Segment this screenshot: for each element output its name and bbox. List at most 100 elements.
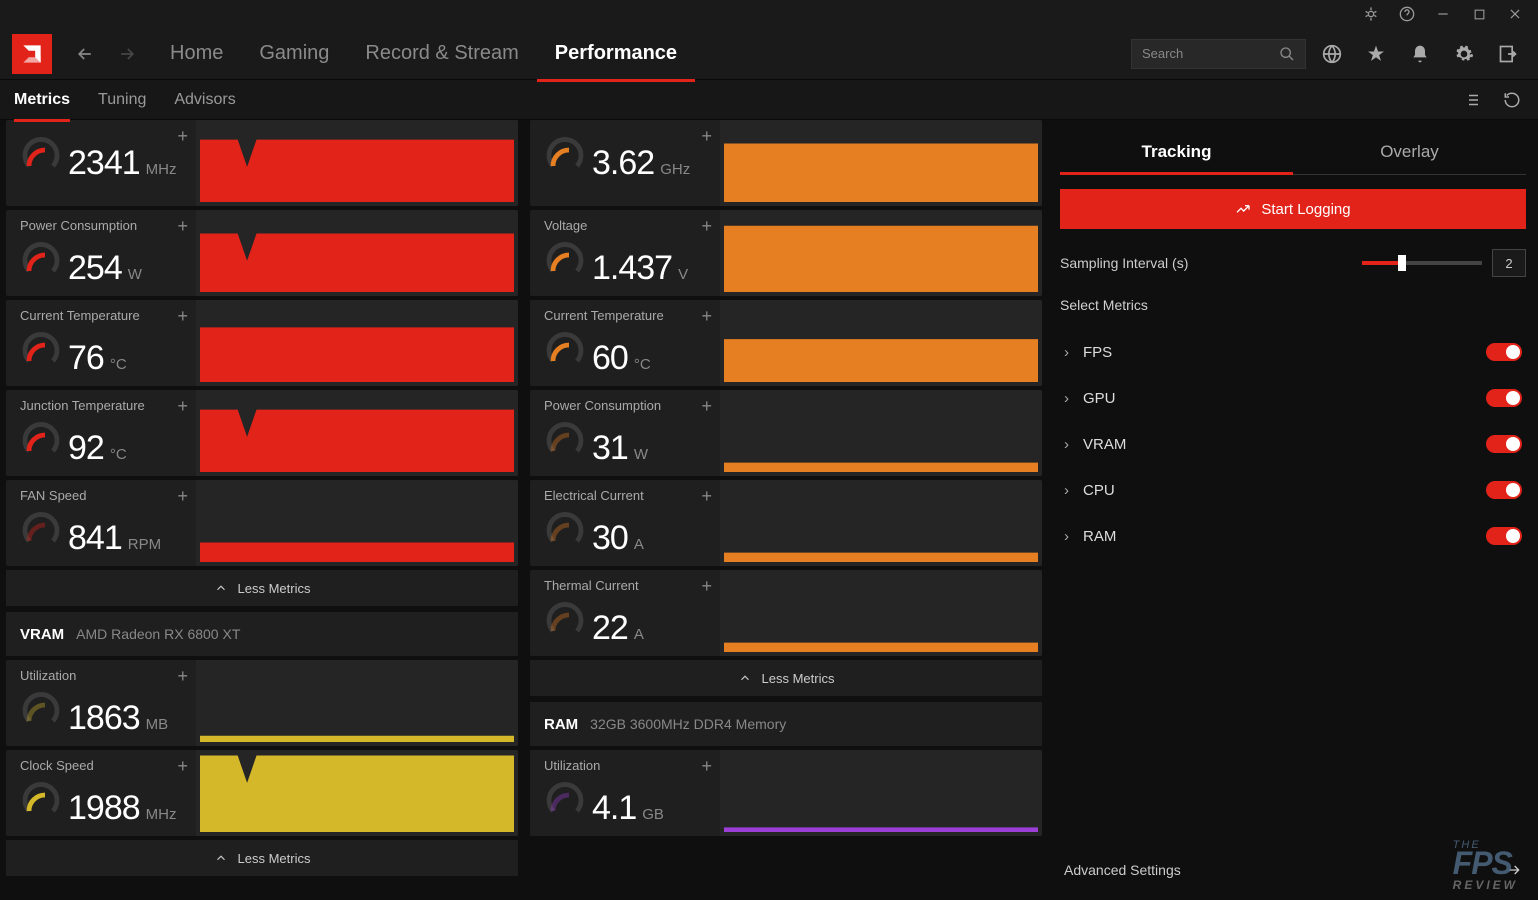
gauge-icon — [544, 509, 586, 545]
maximize-icon[interactable] — [1470, 5, 1488, 23]
subnav-tuning[interactable]: Tuning — [98, 87, 146, 113]
expand-icon[interactable]: + — [701, 486, 712, 507]
metric-value: 3.62 — [592, 144, 654, 183]
metric-unit: A — [634, 626, 644, 643]
less-metrics-button[interactable]: Less Metrics — [530, 660, 1042, 696]
chevron-right-icon: › — [1064, 482, 1069, 499]
start-logging-button[interactable]: Start Logging — [1060, 189, 1526, 229]
gear-icon[interactable] — [1446, 36, 1482, 72]
metric-unit: GB — [642, 806, 664, 823]
metric-toggle-fps[interactable]: › FPS — [1060, 329, 1526, 375]
section-title: VRAM — [20, 626, 64, 643]
help-icon[interactable] — [1398, 5, 1416, 23]
metric-unit: RPM — [128, 536, 161, 553]
expand-icon[interactable]: + — [701, 306, 712, 327]
expand-icon[interactable]: + — [701, 576, 712, 597]
bug-icon[interactable] — [1362, 5, 1380, 23]
chevron-right-icon: › — [1064, 344, 1069, 361]
metric-label: Utilization — [20, 668, 182, 683]
metric-sparkline — [196, 390, 518, 476]
window-titlebar — [0, 0, 1538, 28]
metric-sparkline — [196, 750, 518, 836]
metric-unit: °C — [110, 356, 127, 373]
subnav-metrics[interactable]: Metrics — [14, 87, 70, 113]
nav-link-home[interactable]: Home — [152, 38, 241, 69]
metric-toggle-cpu[interactable]: › CPU — [1060, 467, 1526, 513]
gauge-icon — [544, 599, 586, 635]
advanced-settings-button[interactable]: Advanced Settings — [1060, 850, 1526, 890]
star-icon[interactable] — [1358, 36, 1394, 72]
list-view-icon[interactable] — [1460, 88, 1484, 112]
side-tab-tracking[interactable]: Tracking — [1060, 130, 1293, 174]
metric-card: Current Temperature + 60 °C — [530, 300, 1042, 386]
reset-icon[interactable] — [1500, 88, 1524, 112]
metric-value: 30 — [592, 519, 628, 558]
nav-back-button[interactable] — [68, 37, 102, 71]
metric-toggle-gpu[interactable]: › GPU — [1060, 375, 1526, 421]
gauge-icon — [544, 134, 586, 170]
metric-label: Current Temperature — [544, 308, 706, 323]
gauge-icon — [20, 419, 62, 455]
toggle-switch[interactable] — [1486, 481, 1522, 499]
gauge-icon — [20, 509, 62, 545]
metric-card: + 2341 MHz — [6, 120, 518, 206]
sampling-slider[interactable] — [1362, 261, 1482, 265]
less-metrics-button[interactable]: Less Metrics — [6, 570, 518, 606]
gauge-icon — [20, 239, 62, 275]
side-tab-overlay[interactable]: Overlay — [1293, 130, 1526, 174]
nav-links: HomeGamingRecord & StreamPerformance — [152, 38, 695, 69]
sub-nav-links: Metrics Tuning Advisors — [14, 87, 236, 113]
search-input[interactable]: Search — [1131, 39, 1306, 69]
metric-label: Current Temperature — [20, 308, 182, 323]
arrow-right-icon — [1506, 862, 1522, 878]
metric-unit: A — [634, 536, 644, 553]
nav-link-record-stream[interactable]: Record & Stream — [347, 38, 536, 69]
section-subtitle: 32GB 3600MHz DDR4 Memory — [590, 716, 786, 732]
minimize-icon[interactable] — [1434, 5, 1452, 23]
main-content: + 2341 MHz Power Consumption + 254 W Cur… — [0, 120, 1538, 900]
expand-icon[interactable]: + — [177, 756, 188, 777]
expand-icon[interactable]: + — [701, 396, 712, 417]
amd-logo[interactable] — [12, 34, 52, 74]
expand-icon[interactable]: + — [701, 216, 712, 237]
toggle-switch[interactable] — [1486, 527, 1522, 545]
gauge-icon — [20, 329, 62, 365]
sampling-label: Sampling Interval (s) — [1060, 255, 1188, 271]
metric-toggle-vram[interactable]: › VRAM — [1060, 421, 1526, 467]
expand-icon[interactable]: + — [701, 126, 712, 147]
web-icon[interactable] — [1314, 36, 1350, 72]
expand-icon[interactable]: + — [177, 666, 188, 687]
expand-icon[interactable]: + — [177, 126, 188, 147]
expand-icon[interactable]: + — [701, 756, 712, 777]
nav-link-gaming[interactable]: Gaming — [241, 38, 347, 69]
expand-icon[interactable]: + — [177, 486, 188, 507]
nav-forward-button[interactable] — [110, 37, 144, 71]
toggle-switch[interactable] — [1486, 389, 1522, 407]
close-icon[interactable] — [1506, 5, 1524, 23]
metric-label: Power Consumption — [20, 218, 182, 233]
metric-toggle-ram[interactable]: › RAM — [1060, 513, 1526, 559]
metric-value: 1988 — [68, 789, 140, 828]
start-logging-label: Start Logging — [1261, 201, 1350, 218]
metric-value: 841 — [68, 519, 122, 558]
toggle-switch[interactable] — [1486, 343, 1522, 361]
less-metrics-button[interactable]: Less Metrics — [6, 840, 518, 876]
bell-icon[interactable] — [1402, 36, 1438, 72]
exit-icon[interactable] — [1490, 36, 1526, 72]
chevron-up-icon — [214, 581, 228, 595]
metric-unit: MB — [146, 716, 169, 733]
side-tabs: TrackingOverlay — [1060, 130, 1526, 175]
subnav-advisors[interactable]: Advisors — [174, 87, 235, 113]
metric-sparkline — [720, 570, 1042, 656]
sampling-value[interactable]: 2 — [1492, 249, 1526, 277]
expand-icon[interactable]: + — [177, 396, 188, 417]
top-nav: HomeGamingRecord & StreamPerformance Sea… — [0, 28, 1538, 80]
toggle-switch[interactable] — [1486, 435, 1522, 453]
metric-label: Utilization — [544, 758, 706, 773]
expand-icon[interactable]: + — [177, 306, 188, 327]
expand-icon[interactable]: + — [177, 216, 188, 237]
nav-link-performance[interactable]: Performance — [537, 38, 695, 69]
chevron-right-icon: › — [1064, 436, 1069, 453]
metric-unit: W — [128, 266, 142, 283]
metric-label: Junction Temperature — [20, 398, 182, 413]
